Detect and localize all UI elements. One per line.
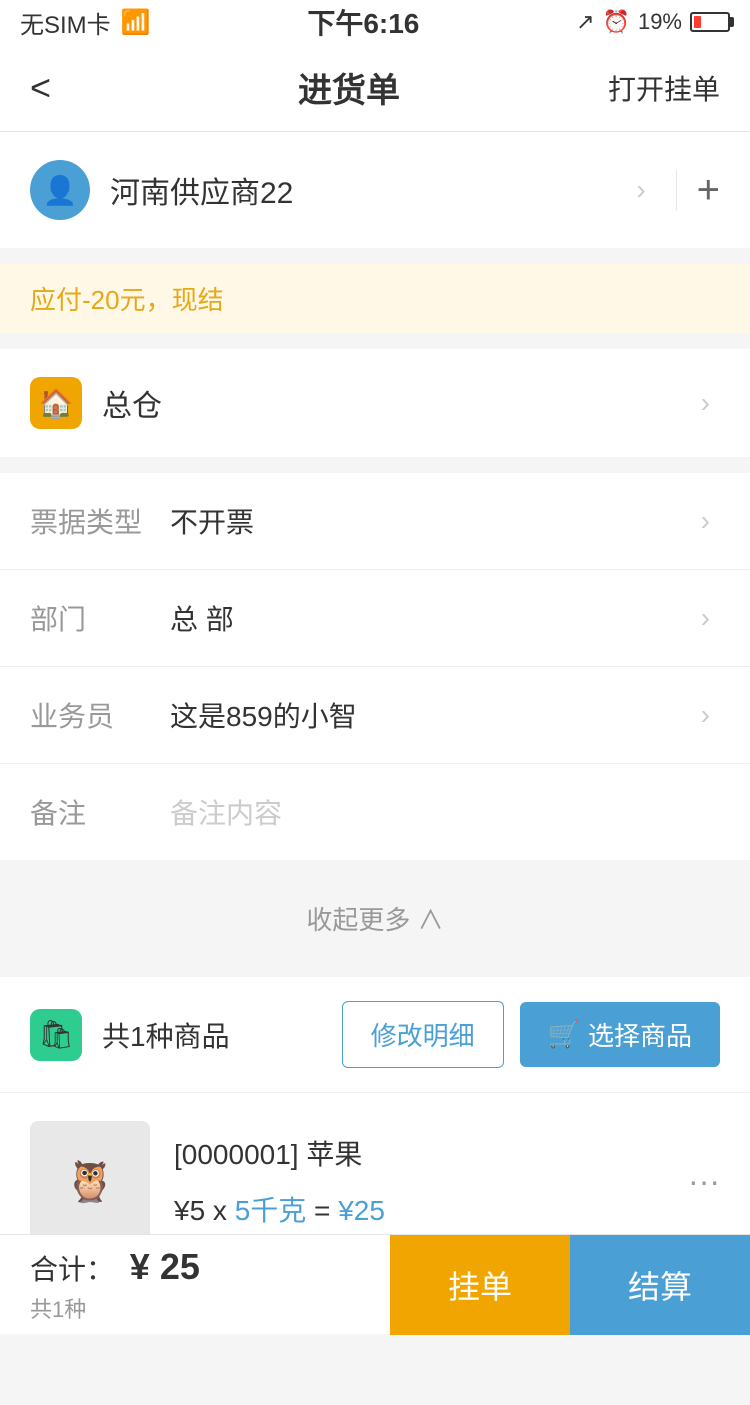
products-header: 🛍 共1种商品 修改明细 🛒 选择商品 <box>0 977 750 1093</box>
remark-input[interactable]: 备注内容 <box>170 792 720 832</box>
bottom-bar: 合计： ¥ 25 共1种 挂单 结算 <box>0 1234 750 1334</box>
remark-row[interactable]: 备注 备注内容 <box>0 764 750 860</box>
alarm-icon: ⏰ <box>603 9 630 35</box>
supplier-avatar: 👤 <box>30 160 90 220</box>
select-product-button[interactable]: 🛒 选择商品 <box>520 1002 720 1067</box>
invoice-type-label: 票据类型 <box>30 501 170 541</box>
person-icon: 👤 <box>43 174 78 207</box>
department-chevron-icon: › <box>701 602 710 634</box>
product-thumb-icon: 🦉 <box>65 1158 115 1205</box>
salesperson-value: 这是859的小智 <box>170 695 701 735</box>
status-left: 无SIM卡 📶 <box>20 5 151 40</box>
location-icon: ↗ <box>576 9 594 35</box>
product-thumbnail: 🦉 <box>30 1121 150 1241</box>
wifi-icon: 📶 <box>121 8 151 37</box>
supplier-chevron-icon: › <box>636 174 645 206</box>
warehouse-chevron-icon: › <box>701 387 710 419</box>
product-name: [0000001] 苹果 <box>174 1133 688 1173</box>
back-button[interactable]: < <box>30 67 90 109</box>
product-total: ¥25 <box>338 1195 385 1226</box>
product-price: ¥5 x <box>174 1195 235 1226</box>
salesperson-chevron-icon: › <box>701 699 710 731</box>
notice-bar: 应付-20元，现结 <box>0 264 750 333</box>
bag-icon: 🛍 <box>38 1018 74 1051</box>
product-detail: ¥5 x 5千克 = ¥25 <box>174 1189 688 1229</box>
notice-text: 应付-20元，现结 <box>30 285 224 315</box>
supplier-section: 👤 河南供应商22 › + <box>0 132 750 248</box>
department-label: 部门 <box>30 598 170 638</box>
status-bar: 无SIM卡 📶 下午6:16 ↗ ⏰ 19% <box>0 0 750 44</box>
edit-detail-button[interactable]: 修改明细 <box>342 1001 504 1068</box>
add-button[interactable]: + <box>697 168 720 213</box>
battery-icon <box>690 12 730 32</box>
home-icon: 🏠 <box>39 387 74 420</box>
total-amount: ¥ 25 <box>130 1246 200 1287</box>
products-count: 共1种商品 <box>102 1015 342 1055</box>
total-label: 合计： <box>30 1254 114 1285</box>
salesperson-label: 业务员 <box>30 695 170 735</box>
divider <box>676 170 677 210</box>
products-icon: 🛍 <box>30 1009 82 1061</box>
page-title: 进货单 <box>298 63 400 112</box>
hold-button[interactable]: 挂单 <box>390 1235 570 1335</box>
supplier-row[interactable]: 👤 河南供应商22 › + <box>0 132 750 248</box>
warehouse-section: 🏠 总仓 › <box>0 349 750 457</box>
salesperson-row[interactable]: 业务员 这是859的小智 › <box>0 667 750 764</box>
nav-bar: < 进货单 打开挂单 <box>0 44 750 132</box>
invoice-type-value: 不开票 <box>170 501 701 541</box>
status-time: 下午6:16 <box>307 2 419 42</box>
department-value: 总 部 <box>170 598 701 638</box>
status-right: ↗ ⏰ 19% <box>576 9 730 35</box>
warehouse-icon: 🏠 <box>30 377 82 429</box>
product-equals: = <box>306 1195 338 1226</box>
products-section: 🛍 共1种商品 修改明细 🛒 选择商品 🦉 [0000001] 苹果 ¥5 x … <box>0 977 750 1269</box>
battery-percent: 19% <box>638 9 682 35</box>
checkout-button[interactable]: 结算 <box>570 1235 750 1335</box>
product-info: [0000001] 苹果 ¥5 x 5千克 = ¥25 <box>174 1133 688 1229</box>
carrier-label: 无SIM卡 <box>20 5 111 40</box>
open-pending-button[interactable]: 打开挂单 <box>608 68 720 108</box>
remark-label: 备注 <box>30 792 170 832</box>
cart-icon: 🛒 <box>548 1019 580 1050</box>
total-row: 合计： ¥ 25 <box>30 1246 360 1288</box>
invoice-type-row[interactable]: 票据类型 不开票 › <box>0 473 750 570</box>
form-section: 票据类型 不开票 › 部门 总 部 › 业务员 这是859的小智 › 备注 备注… <box>0 473 750 860</box>
product-more-button[interactable]: ··· <box>688 1163 720 1200</box>
warehouse-name: 总仓 <box>102 381 701 425</box>
product-quantity: 5千克 <box>235 1195 307 1226</box>
total-count: 共1种 <box>30 1292 360 1324</box>
product-code: [0000001] 苹果 <box>174 1139 362 1170</box>
select-product-label: 选择商品 <box>588 1016 692 1053</box>
warehouse-row[interactable]: 🏠 总仓 › <box>0 349 750 457</box>
total-section: 合计： ¥ 25 共1种 <box>0 1246 390 1324</box>
invoice-chevron-icon: › <box>701 505 710 537</box>
collapse-more-button[interactable]: 收起更多 ∧ <box>0 876 750 961</box>
supplier-name: 河南供应商22 <box>110 168 636 212</box>
department-row[interactable]: 部门 总 部 › <box>0 570 750 667</box>
